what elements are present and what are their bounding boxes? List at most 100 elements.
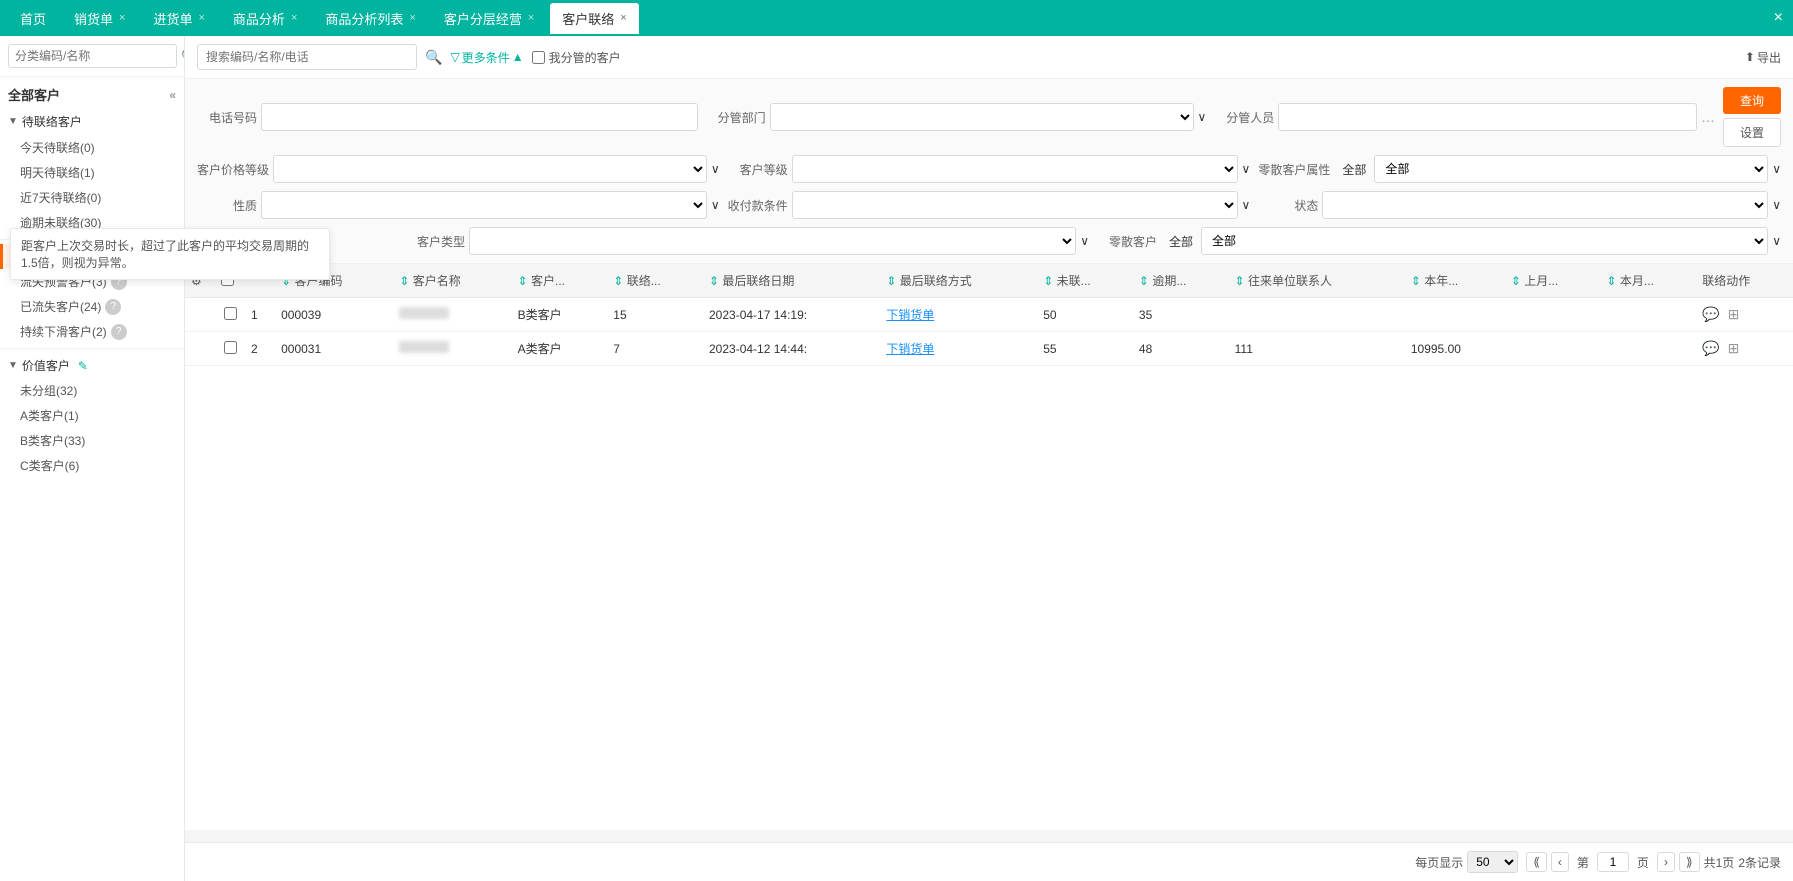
branch-person-more-icon[interactable]: … xyxy=(1701,109,1715,125)
sidebar-item-already-lost[interactable]: 已流失客户(24) ? xyxy=(0,294,184,319)
value-edit-icon[interactable]: ✎ xyxy=(78,359,88,373)
branch-person-input[interactable] xyxy=(1278,103,1697,131)
filter-bar: 🔍 ▽ 更多条件 ▲ 我分管的客户 ⬆ 导出 xyxy=(185,36,1793,79)
contact-method-link-1[interactable]: 下销货单 xyxy=(886,308,934,322)
td-check-1[interactable] xyxy=(215,298,245,332)
retail-attr-select[interactable]: 全部 xyxy=(1374,155,1768,183)
sort-icon-contact: ⇕ xyxy=(613,274,623,288)
query-button[interactable]: 查询 xyxy=(1723,87,1781,114)
tooltip-text: 距客户上次交易时长，超过了此客户的平均交易周期的1.5倍，则视为异常。 xyxy=(21,239,309,270)
close-sales-tab[interactable]: × xyxy=(119,12,125,24)
prev-page-button[interactable]: ‹ xyxy=(1551,852,1569,872)
next-page-button[interactable]: › xyxy=(1657,852,1675,872)
pending-contact-group[interactable]: ▼ 待联络客户 xyxy=(0,108,184,135)
customer-table-area: ⚙ ⇕ 客户编码 ⇕ 客户名称 ⇕ 客户... xyxy=(185,264,1793,830)
gender-chevron-icon: ∨ xyxy=(711,198,720,212)
nav-tab-product-analysis[interactable]: 商品分析 × xyxy=(221,3,309,34)
filter-row-1: 电话号码 分管部门 ∨ 分管人员 … 查询 设置 xyxy=(197,87,1781,147)
total-records-label: 2条记录 xyxy=(1738,854,1781,871)
retail-customer-select[interactable]: 全部 xyxy=(1201,227,1768,255)
nav-tab-sales[interactable]: 销货单 × xyxy=(62,3,137,34)
sidebar-search-bar: 🔍 xyxy=(0,36,184,77)
first-page-button[interactable]: ⟪ xyxy=(1526,852,1547,872)
value-arrow-icon: ▼ xyxy=(8,360,18,371)
td-seq-1: 1 xyxy=(245,298,275,332)
declining-help-icon[interactable]: ? xyxy=(111,324,127,340)
customer-type-chevron-icon: ∨ xyxy=(1080,234,1089,248)
customer-level-field: 客户等级 ∨ xyxy=(728,155,1251,183)
nav-tab-customer-tier[interactable]: 客户分层经营 × xyxy=(432,3,546,34)
close-purchase-tab[interactable]: × xyxy=(198,12,204,24)
sidebar-item-tomorrow[interactable]: 明天待联络(1) xyxy=(0,160,184,185)
customer-type-select[interactable] xyxy=(469,227,1076,255)
sort-icon-overdue: ⇕ xyxy=(1139,274,1149,288)
sidebar-item-b-class[interactable]: B类客户(33) xyxy=(0,428,184,453)
sidebar-item-declining[interactable]: 持续下滑客户(2) ? xyxy=(0,319,184,344)
th-last-month: ⇕ 上月... xyxy=(1505,264,1601,298)
menu-icon-1[interactable]: ⊞ xyxy=(1728,306,1740,323)
close-product-analysis-list-tab[interactable]: × xyxy=(409,12,415,24)
td-unit-contacts-1 xyxy=(1229,298,1405,332)
sidebar-item-a-class[interactable]: A类客户(1) xyxy=(0,403,184,428)
last-page-button[interactable]: ⟫ xyxy=(1679,852,1700,872)
close-customer-contact-tab[interactable]: × xyxy=(620,12,626,24)
td-check-2[interactable] xyxy=(215,332,245,366)
my-customers-checkbox[interactable] xyxy=(532,51,545,64)
export-button[interactable]: ⬆ 导出 xyxy=(1745,49,1781,66)
branch-dept-select[interactable] xyxy=(770,103,1194,131)
sidebar-item-c-class[interactable]: C类客户(6) xyxy=(0,453,184,478)
advanced-filters: 电话号码 分管部门 ∨ 分管人员 … 查询 设置 xyxy=(185,79,1793,264)
filter-row-2: 客户价格等级 ∨ 客户等级 ∨ 零散客户属性 全部 全部 ∨ xyxy=(197,155,1781,183)
pagination-nav: ⟪ ‹ 第 页 › ⟫ 共1页 2条记录 xyxy=(1526,852,1781,872)
td-last-month-2 xyxy=(1505,332,1601,366)
page-number-input[interactable] xyxy=(1597,852,1629,872)
nav-tab-customer-contact[interactable]: 客户联络 × xyxy=(550,3,638,34)
menu-icon-2[interactable]: ⊞ xyxy=(1728,340,1740,357)
blurred-name-1 xyxy=(399,307,449,319)
settings-button[interactable]: 设置 xyxy=(1723,118,1781,147)
already-lost-help-icon[interactable]: ? xyxy=(105,299,121,315)
value-customer-group[interactable]: ▼ 价值客户 ✎ xyxy=(0,353,184,378)
nav-tab-product-analysis-list[interactable]: 商品分析列表 × xyxy=(313,3,427,34)
contact-icon-1[interactable]: 💬 xyxy=(1702,306,1719,323)
sidebar-item-unclassified[interactable]: 未分组(32) xyxy=(0,378,184,403)
gender-field: 性质 ∨ xyxy=(197,191,720,219)
more-conditions-button[interactable]: ▽ 更多条件 ▲ xyxy=(450,49,523,66)
td-gear-1 xyxy=(185,298,215,332)
row1-checkbox[interactable] xyxy=(224,307,237,320)
close-product-analysis-tab[interactable]: × xyxy=(291,12,297,24)
close-customer-tier-tab[interactable]: × xyxy=(528,12,534,24)
sort-icon-level: ⇕ xyxy=(518,274,528,288)
customer-level-select[interactable] xyxy=(792,155,1238,183)
phone-input[interactable] xyxy=(261,103,698,131)
status-select[interactable] xyxy=(1322,191,1768,219)
nav-tab-purchase[interactable]: 进货单 × xyxy=(141,3,216,34)
horizontal-scrollbar[interactable] xyxy=(185,830,1793,842)
td-last-contact-method-2[interactable]: 下销货单 xyxy=(880,332,1037,366)
gender-select[interactable] xyxy=(261,191,707,219)
sidebar-collapse-button[interactable]: « xyxy=(169,88,176,102)
sidebar-item-today[interactable]: 今天待联络(0) xyxy=(0,135,184,160)
status-chevron-icon: ∨ xyxy=(1772,198,1781,212)
filter-row-4: ... 客户类型 ∨ 零散客户 全部 全部 ∨ xyxy=(197,227,1781,255)
sidebar-item-7days[interactable]: 近7天待联络(0) xyxy=(0,185,184,210)
close-all-button[interactable]: × xyxy=(1774,9,1783,27)
customer-price-level-select[interactable] xyxy=(273,155,707,183)
filter-search-icon[interactable]: 🔍 xyxy=(425,49,442,66)
per-page-select[interactable]: 10 20 50 100 xyxy=(1467,851,1518,873)
sidebar-search-input[interactable] xyxy=(8,44,177,68)
sort-icon-last-month: ⇕ xyxy=(1511,274,1521,288)
nav-tab-home[interactable]: 首页 xyxy=(8,3,58,34)
contact-method-link-2[interactable]: 下销货单 xyxy=(886,342,934,356)
td-last-contact-method-1[interactable]: 下销货单 xyxy=(880,298,1037,332)
row2-checkbox[interactable] xyxy=(224,341,237,354)
my-customers-filter[interactable]: 我分管的客户 xyxy=(532,49,621,66)
payment-terms-select[interactable] xyxy=(792,191,1238,219)
table-row: 2 000031 A类客户 7 2023-04-12 14:44: 下销货单 5… xyxy=(185,332,1793,366)
page-suffix-label: 页 xyxy=(1637,854,1649,871)
td-last-contact-date-1: 2023-04-17 14:19: xyxy=(703,298,880,332)
contact-icon-2[interactable]: 💬 xyxy=(1702,340,1719,357)
sort-icon-date: ⇕ xyxy=(709,274,719,288)
filter-search-input[interactable] xyxy=(197,44,417,70)
th-level: ⇕ 客户... xyxy=(512,264,608,298)
